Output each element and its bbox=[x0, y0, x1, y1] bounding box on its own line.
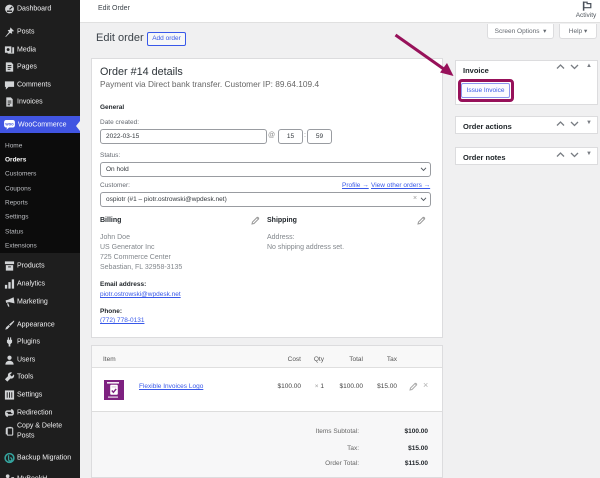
svg-text:woo: woo bbox=[4, 121, 14, 126]
